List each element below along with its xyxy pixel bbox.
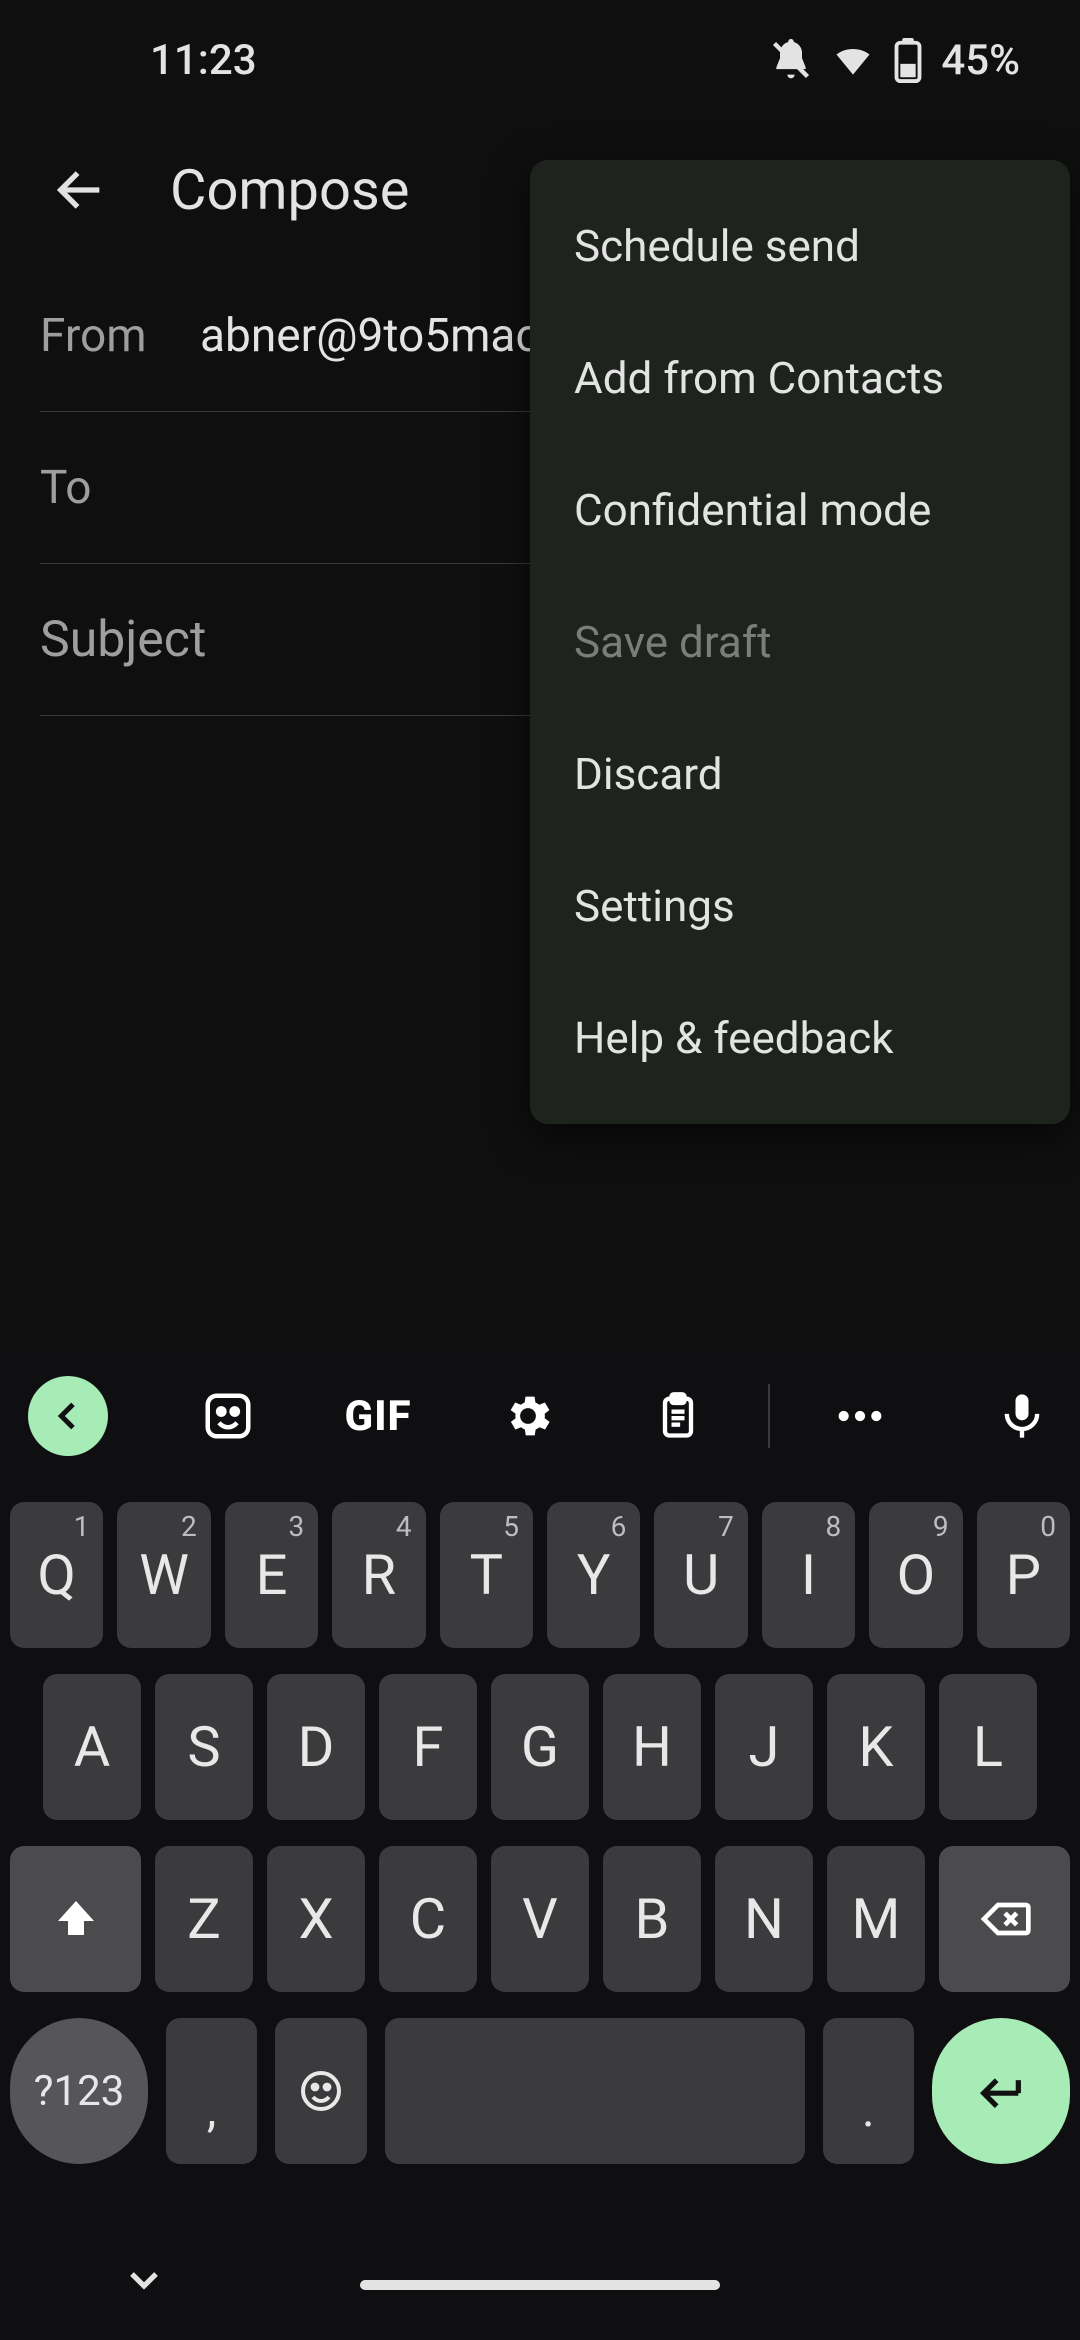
key-p[interactable]: P0 <box>977 1502 1070 1648</box>
menu-discard[interactable]: Discard <box>530 708 1070 840</box>
key-hint: 0 <box>1040 1510 1056 1543</box>
navigation-bar <box>0 2230 1080 2340</box>
gif-icon: GIF <box>344 1392 411 1441</box>
backspace-key[interactable] <box>939 1846 1070 1992</box>
more-button[interactable] <box>830 1386 890 1446</box>
shift-key[interactable] <box>10 1846 141 1992</box>
key-b[interactable]: B <box>603 1846 701 1992</box>
key-d[interactable]: D <box>267 1674 365 1820</box>
dnd-off-icon <box>769 38 813 82</box>
menu-schedule-send[interactable]: Schedule send <box>530 180 1070 312</box>
sticker-button[interactable] <box>198 1386 258 1446</box>
period-key[interactable]: . <box>823 2018 914 2164</box>
enter-key[interactable] <box>932 2018 1070 2164</box>
key-t[interactable]: T5 <box>440 1502 533 1648</box>
more-horizontal-icon <box>832 1388 888 1444</box>
status-bar: 11:23 45% <box>0 0 1080 120</box>
overflow-menu: Schedule send Add from Contacts Confiden… <box>530 160 1070 1124</box>
menu-help-feedback[interactable]: Help & feedback <box>530 972 1070 1104</box>
key-h[interactable]: H <box>603 1674 701 1820</box>
microphone-icon <box>996 1390 1048 1442</box>
key-hint: 9 <box>933 1510 949 1543</box>
comma-key[interactable]: , <box>166 2018 257 2164</box>
key-c[interactable]: C <box>379 1846 477 1992</box>
backspace-icon <box>977 1891 1033 1947</box>
key-a[interactable]: A <box>43 1674 141 1820</box>
key-u[interactable]: U7 <box>654 1502 747 1648</box>
key-l[interactable]: L <box>939 1674 1037 1820</box>
from-label: From <box>40 309 200 363</box>
status-time: 11:23 <box>150 36 257 85</box>
keyboard-row-4: ?123 , . <box>10 2018 1070 2164</box>
page-title: Compose <box>170 157 409 223</box>
menu-settings[interactable]: Settings <box>530 840 1070 972</box>
key-hint: 3 <box>288 1510 304 1543</box>
key-g[interactable]: G <box>491 1674 589 1820</box>
clipboard-icon <box>652 1390 704 1442</box>
numeric-toggle-key[interactable]: ?123 <box>10 2018 148 2164</box>
key-s[interactable]: S <box>155 1674 253 1820</box>
key-i[interactable]: I8 <box>762 1502 855 1648</box>
key-y[interactable]: Y6 <box>547 1502 640 1648</box>
key-j[interactable]: J <box>715 1674 813 1820</box>
key-hint: 5 <box>503 1510 519 1543</box>
keyboard: GIF Q1W2E3R4T5Y6U7I8O9P0 ASDFGHJKL ZXCVB… <box>0 1346 1080 2340</box>
key-k[interactable]: K <box>827 1674 925 1820</box>
home-gesture-pill[interactable] <box>360 2280 720 2290</box>
key-o[interactable]: O9 <box>869 1502 962 1648</box>
wifi-icon <box>831 38 875 82</box>
toolbar-divider <box>768 1384 770 1448</box>
key-hint: 2 <box>181 1510 197 1543</box>
emoji-icon <box>297 2067 345 2115</box>
menu-confidential-mode[interactable]: Confidential mode <box>530 444 1070 576</box>
keyboard-hide-button[interactable] <box>120 2256 168 2308</box>
back-button[interactable] <box>40 150 120 230</box>
chevron-down-icon <box>120 2256 168 2304</box>
battery-icon <box>893 37 923 83</box>
gif-button[interactable]: GIF <box>348 1386 408 1446</box>
enter-icon <box>975 2065 1027 2117</box>
key-r[interactable]: R4 <box>332 1502 425 1648</box>
key-z[interactable]: Z <box>155 1846 253 1992</box>
space-key[interactable] <box>385 2018 805 2164</box>
keyboard-row-1: Q1W2E3R4T5Y6U7I8O9P0 <box>10 1502 1070 1648</box>
subject-input[interactable]: Subject <box>40 611 206 669</box>
voice-input-button[interactable] <box>992 1386 1052 1446</box>
key-hint: 6 <box>611 1510 627 1543</box>
shift-icon <box>52 1895 100 1943</box>
key-hint: 4 <box>396 1510 412 1543</box>
menu-add-from-contacts[interactable]: Add from Contacts <box>530 312 1070 444</box>
status-right-icons: 45% <box>769 36 1020 85</box>
keyboard-row-2: ASDFGHJKL <box>10 1674 1070 1820</box>
to-label: To <box>40 461 200 515</box>
clipboard-button[interactable] <box>648 1386 708 1446</box>
key-hint: 1 <box>74 1510 90 1543</box>
keyboard-keys: Q1W2E3R4T5Y6U7I8O9P0 ASDFGHJKL ZXCVBNM ?… <box>0 1486 1080 2230</box>
keyboard-settings-button[interactable] <box>498 1386 558 1446</box>
keyboard-collapse-button[interactable] <box>28 1376 108 1456</box>
keyboard-toolbar: GIF <box>0 1346 1080 1486</box>
gear-icon <box>501 1389 555 1443</box>
key-w[interactable]: W2 <box>117 1502 210 1648</box>
arrow-left-icon <box>51 161 109 219</box>
key-v[interactable]: V <box>491 1846 589 1992</box>
emoji-key[interactable] <box>275 2018 366 2164</box>
key-q[interactable]: Q1 <box>10 1502 103 1648</box>
key-n[interactable]: N <box>715 1846 813 1992</box>
key-x[interactable]: X <box>267 1846 365 1992</box>
key-f[interactable]: F <box>379 1674 477 1820</box>
key-hint: 8 <box>825 1510 841 1543</box>
key-m[interactable]: M <box>827 1846 925 1992</box>
battery-percentage: 45% <box>941 36 1020 85</box>
menu-save-draft: Save draft <box>530 576 1070 708</box>
key-hint: 7 <box>718 1510 734 1543</box>
key-e[interactable]: E3 <box>225 1502 318 1648</box>
sticker-icon <box>201 1389 255 1443</box>
chevron-left-icon <box>48 1396 88 1436</box>
keyboard-row-3: ZXCVBNM <box>10 1846 1070 1992</box>
